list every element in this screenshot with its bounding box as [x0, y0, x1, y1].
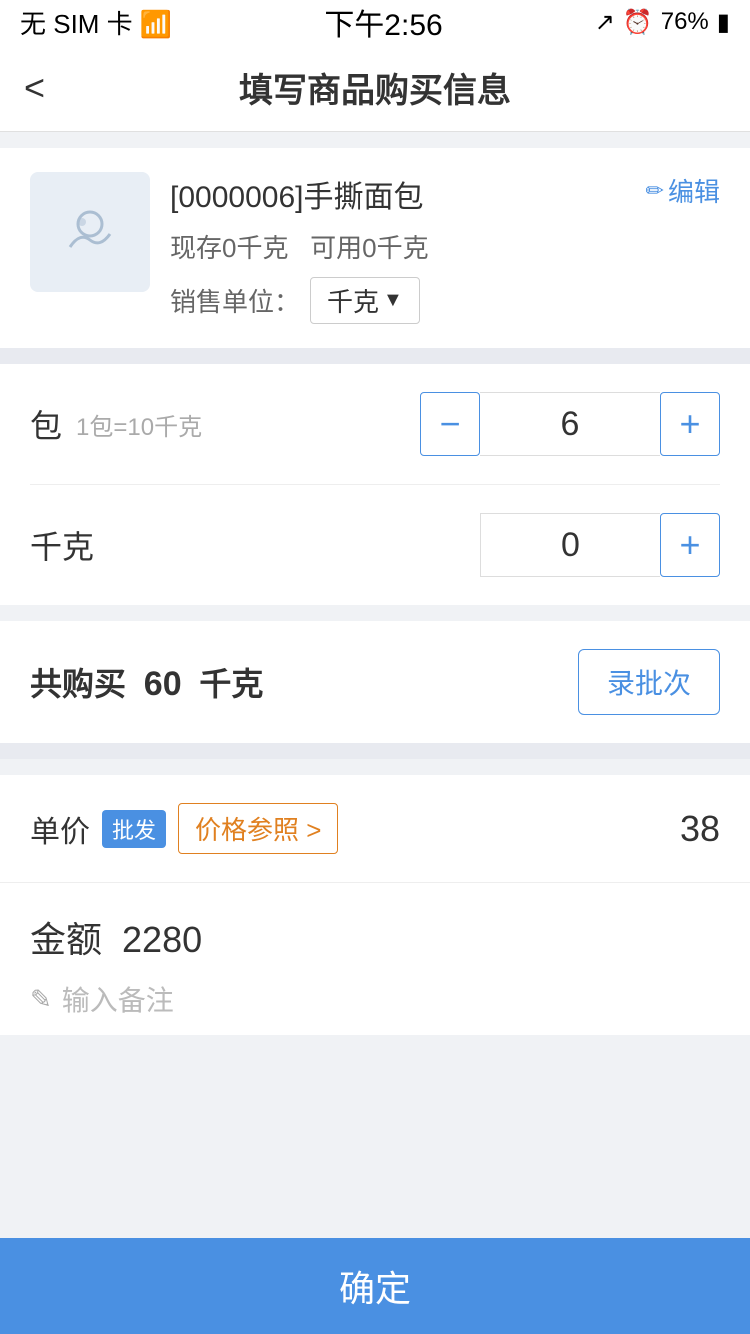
- total-text: 共购买 60 千克: [30, 659, 263, 705]
- kg-row: 千克 +: [30, 485, 720, 605]
- unit-select[interactable]: 千克 ▼: [310, 277, 420, 324]
- bag-qty-input[interactable]: [480, 392, 660, 456]
- price-label: 单价 批发 价格参照 >: [30, 803, 338, 854]
- bag-row: 包 1包=10千克 − +: [30, 364, 720, 485]
- bag-label: 包 1包=10千克: [30, 401, 202, 447]
- alarm-icon: ⏰: [623, 8, 653, 37]
- product-name: [0000006]手撕面包: [170, 172, 423, 216]
- product-info: [0000006]手撕面包 ✏ 编辑 现存0千克 可用0千克 销售单位： 千克 …: [170, 172, 720, 324]
- footer[interactable]: 确定: [0, 1238, 750, 1334]
- note-row[interactable]: ✎ 输入备注: [30, 979, 720, 1019]
- page-title: 填写商品购买信息: [239, 63, 511, 112]
- bag-increment-button[interactable]: +: [660, 392, 720, 456]
- status-bar: 无 SIM 卡 📶 下午2:56 ↗ ⏰ 76% ▮: [0, 0, 750, 44]
- amount-row: 金额 2280: [30, 911, 720, 963]
- product-stock: 现存0千克 可用0千克: [170, 228, 720, 265]
- amount-section: 金额 2280 ✎ 输入备注: [0, 883, 750, 1035]
- kg-label: 千克: [30, 522, 94, 568]
- pencil-icon: ✎: [30, 984, 52, 1015]
- confirm-button[interactable]: 确定: [339, 1260, 411, 1312]
- price-section: 单价 批发 价格参照 > 38: [0, 775, 750, 883]
- separator-2: [0, 743, 750, 759]
- location-icon: ↗: [595, 8, 615, 37]
- main-content: [0000006]手撕面包 ✏ 编辑 现存0千克 可用0千克 销售单位： 千克 …: [0, 132, 750, 1334]
- price-value: 38: [680, 808, 720, 850]
- kg-qty-control: +: [480, 513, 720, 577]
- nav-bar: < 填写商品购买信息: [0, 44, 750, 132]
- total-row: 共购买 60 千克 录批次: [0, 621, 750, 743]
- input-section: 包 1包=10千克 − + 千克 +: [0, 364, 750, 605]
- edit-button[interactable]: ✏ 编辑: [646, 172, 720, 209]
- dropdown-arrow-icon: ▼: [383, 289, 403, 312]
- price-badge: 批发: [102, 810, 166, 848]
- status-time: 下午2:56: [324, 0, 442, 44]
- kg-increment-button[interactable]: +: [660, 513, 720, 577]
- bag-hint: 1包=10千克: [76, 407, 202, 442]
- battery-icon: ▮: [717, 8, 730, 37]
- status-carrier: 无 SIM 卡 📶: [20, 4, 172, 41]
- separator-1: [0, 348, 750, 364]
- product-image: [30, 172, 150, 292]
- bag-qty-control: − +: [420, 392, 720, 456]
- batch-button[interactable]: 录批次: [578, 649, 720, 715]
- note-placeholder: 输入备注: [62, 979, 174, 1019]
- product-card: [0000006]手撕面包 ✏ 编辑 现存0千克 可用0千克 销售单位： 千克 …: [0, 148, 750, 348]
- edit-icon: ✏: [646, 178, 664, 204]
- status-battery: ↗ ⏰ 76% ▮: [595, 8, 730, 37]
- bag-decrement-button[interactable]: −: [420, 392, 480, 456]
- product-placeholder-icon: [60, 202, 120, 262]
- price-ref-button[interactable]: 价格参照 >: [178, 803, 338, 854]
- product-unit: 销售单位： 千克 ▼: [170, 277, 720, 324]
- back-button[interactable]: <: [24, 67, 45, 109]
- kg-qty-input[interactable]: [480, 513, 660, 577]
